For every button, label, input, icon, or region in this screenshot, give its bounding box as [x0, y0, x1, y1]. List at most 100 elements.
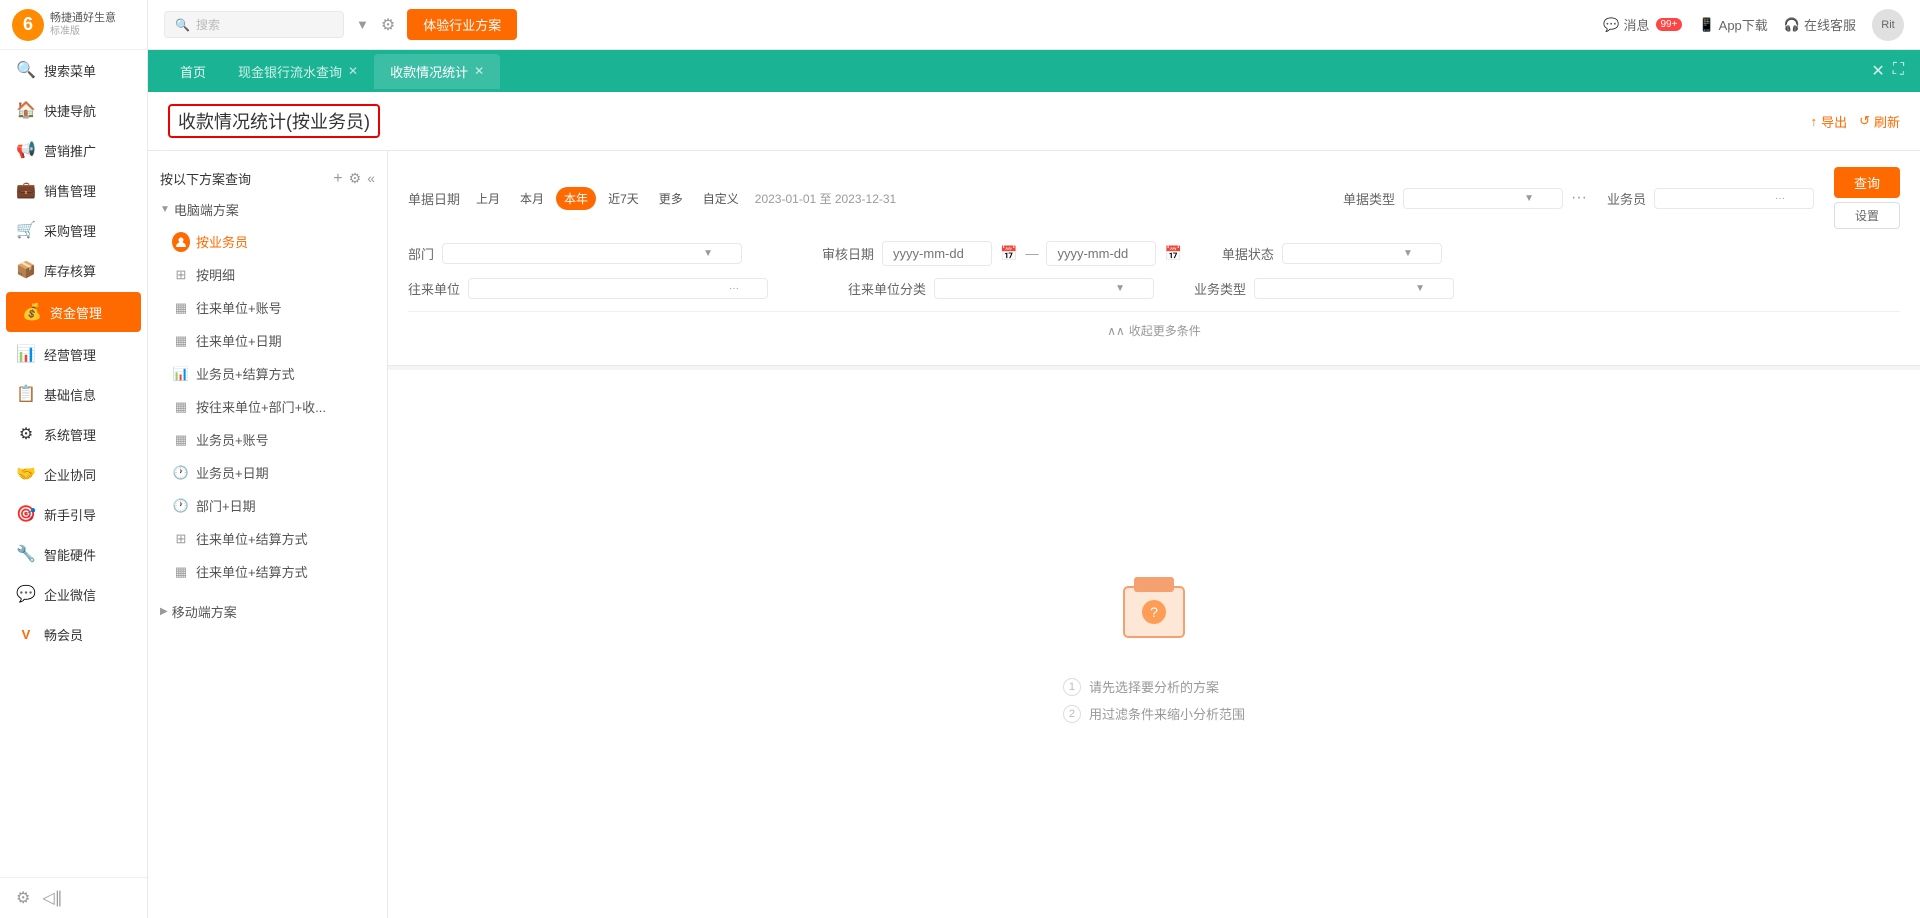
- date-tab-7days[interactable]: 近7天: [600, 187, 647, 210]
- partner-category-select[interactable]: ▼: [934, 278, 1154, 299]
- sidebar-item-label: 智能硬件: [44, 545, 96, 564]
- sidebar-item-member[interactable]: V 畅会员: [0, 614, 147, 654]
- calendar-icon2[interactable]: 📅: [1164, 245, 1181, 262]
- sidebar-item-operations[interactable]: 📊 经营管理: [0, 334, 147, 374]
- business-type-select[interactable]: ▼: [1254, 278, 1454, 299]
- salesperson-label: 业务员: [1607, 189, 1646, 208]
- clock-icon: 🕐: [172, 464, 190, 482]
- topbar-settings-icon[interactable]: ⚙: [381, 15, 395, 35]
- sidebar-item-search[interactable]: 🔍 搜索菜单: [0, 50, 147, 90]
- bill-status-select[interactable]: ▼: [1282, 243, 1442, 264]
- collapse-bar[interactable]: ∧∧ 收起更多条件: [408, 311, 1900, 349]
- menu-item-dept-date[interactable]: 🕐 部门+日期: [148, 489, 387, 522]
- menu-item-salesperson-account[interactable]: ▦ 业务员+账号: [148, 423, 387, 456]
- sidebar-item-quick-nav[interactable]: 🏠 快捷导航: [0, 90, 147, 130]
- collapse-footer-icon[interactable]: ◁∥: [42, 888, 62, 908]
- partner-select[interactable]: ···: [468, 278, 768, 299]
- online-service-button[interactable]: 🎧 在线客服: [1784, 15, 1856, 34]
- menu-item-partner-payment1[interactable]: ⊞ 往来单位+结算方式: [148, 522, 387, 555]
- section-pc[interactable]: ▼ 电脑端方案: [148, 194, 387, 225]
- sidebar-item-label: 系统管理: [44, 425, 96, 444]
- search-box[interactable]: 🔍 搜索: [164, 11, 344, 38]
- table-icon5: ▦: [172, 563, 190, 581]
- panel-add-icon[interactable]: +: [333, 170, 342, 188]
- filter-partner: 往来单位 ···: [408, 278, 768, 299]
- export-button[interactable]: ↑ 导出: [1811, 112, 1848, 131]
- megaphone-icon: 📢: [16, 140, 36, 160]
- menu-item-label: 往来单位+日期: [196, 331, 282, 350]
- window-maximize-icon[interactable]: ⛶: [1893, 61, 1904, 81]
- export-icon: ↑: [1811, 114, 1818, 129]
- wechat-icon: 💬: [16, 584, 36, 604]
- app-download-button[interactable]: 📱 App下载: [1698, 15, 1767, 34]
- date-tab-custom[interactable]: 自定义: [695, 187, 747, 210]
- date-tab-this-year[interactable]: 本年: [556, 187, 596, 210]
- menu-item-partner-account[interactable]: ▦ 往来单位+账号: [148, 291, 387, 324]
- filter-bill-status: 单据状态 ▼: [1222, 243, 1442, 264]
- search-placeholder: 搜索: [196, 16, 220, 33]
- message-badge: 99+: [1656, 18, 1683, 31]
- action-buttons: 查询 设置: [1834, 167, 1900, 229]
- sidebar-item-guide[interactable]: 🎯 新手引导: [0, 494, 147, 534]
- filter-salesperson: 业务员 ···: [1607, 188, 1814, 209]
- dept-select[interactable]: ▼: [442, 243, 742, 264]
- menu-item-partner-payment2[interactable]: ▦ 往来单位+结算方式: [148, 555, 387, 588]
- review-date-label: 审核日期: [822, 244, 874, 263]
- grid-icon2: ⊞: [172, 530, 190, 548]
- refresh-icon: ↺: [1859, 113, 1870, 129]
- menu-item-partner-dept[interactable]: ▦ 按往来单位+部门+收...: [148, 390, 387, 423]
- sidebar-item-purchase[interactable]: 🛒 采购管理: [0, 210, 147, 250]
- date-tab-last-month[interactable]: 上月: [468, 187, 508, 210]
- tab-collection-close[interactable]: ✕: [474, 64, 484, 78]
- sidebar-item-hardware[interactable]: 🔧 智能硬件: [0, 534, 147, 574]
- menu-item-by-salesperson[interactable]: 按业务员: [148, 225, 387, 258]
- tab-collection[interactable]: 收款情况统计 ✕: [374, 54, 500, 89]
- section-mobile[interactable]: ▶ 移动端方案: [148, 596, 387, 627]
- topbar-dropdown-icon[interactable]: ▼: [356, 17, 369, 32]
- salesperson-select[interactable]: ···: [1654, 188, 1814, 209]
- panel-header-icons: + ⚙ «: [333, 170, 375, 188]
- menu-item-label: 按明细: [196, 265, 235, 284]
- sidebar-item-marketing[interactable]: 📢 营销推广: [0, 130, 147, 170]
- query-button[interactable]: 查询: [1834, 167, 1900, 198]
- refresh-button[interactable]: ↺ 刷新: [1859, 112, 1900, 131]
- tip-text-1: 请先选择要分析的方案: [1089, 677, 1219, 696]
- calendar-icon[interactable]: 📅: [1000, 245, 1017, 262]
- tab-home[interactable]: 首页: [164, 54, 222, 89]
- sidebar-item-label: 销售管理: [44, 181, 96, 200]
- chevron-down-icon3: ▼: [703, 248, 713, 259]
- tabs-window-controls: ✕ ⛶: [1871, 61, 1904, 81]
- review-date-to[interactable]: [1046, 241, 1156, 266]
- settings-footer-icon[interactable]: ⚙: [16, 888, 30, 908]
- bill-type-select[interactable]: ▼: [1403, 188, 1563, 209]
- user-avatar[interactable]: Rit: [1872, 9, 1904, 41]
- promo-button[interactable]: 体验行业方案: [407, 9, 517, 40]
- date-tab-more[interactable]: 更多: [651, 187, 691, 210]
- tab-bank-flow[interactable]: 现金银行流水查询 ✕: [222, 54, 374, 89]
- menu-item-salesperson-date[interactable]: 🕐 业务员+日期: [148, 456, 387, 489]
- settings-button[interactable]: 设置: [1834, 202, 1900, 229]
- sidebar-item-system[interactable]: ⚙ 系统管理: [0, 414, 147, 454]
- review-date-from[interactable]: [882, 241, 992, 266]
- sidebar-item-inventory[interactable]: 📦 库存核算: [0, 250, 147, 290]
- menu-item-by-detail[interactable]: ⊞ 按明细: [148, 258, 387, 291]
- panel-settings-icon[interactable]: ⚙: [349, 170, 362, 188]
- sidebar-item-basic-info[interactable]: 📋 基础信息: [0, 374, 147, 414]
- sidebar-item-wechat[interactable]: 💬 企业微信: [0, 574, 147, 614]
- more-dots-icon[interactable]: ···: [1571, 189, 1587, 207]
- tab-collection-label: 收款情况统计: [390, 62, 468, 81]
- menu-item-salesperson-payment[interactable]: 📊 业务员+结算方式: [148, 357, 387, 390]
- chevron-down-icon: ▼: [1524, 193, 1534, 204]
- sidebar-item-enterprise[interactable]: 🤝 企业协同: [0, 454, 147, 494]
- tab-bank-flow-close[interactable]: ✕: [348, 64, 358, 78]
- menu-item-label: 业务员+账号: [196, 430, 269, 449]
- sidebar-item-sales[interactable]: 💼 销售管理: [0, 170, 147, 210]
- window-close-icon[interactable]: ✕: [1871, 61, 1884, 81]
- date-tab-this-month[interactable]: 本月: [512, 187, 552, 210]
- more-dots-icon2[interactable]: ···: [729, 283, 739, 294]
- panel-collapse-icon[interactable]: «: [367, 170, 375, 188]
- sidebar-item-finance[interactable]: 💰 资金管理: [6, 292, 141, 332]
- filter-date: 单据日期 上月 本月 本年 近7天 更多 自定义 2023-01-01 至 20…: [408, 187, 896, 210]
- menu-item-partner-date[interactable]: ▦ 往来单位+日期: [148, 324, 387, 357]
- message-button[interactable]: 💬 消息 99+: [1603, 15, 1682, 34]
